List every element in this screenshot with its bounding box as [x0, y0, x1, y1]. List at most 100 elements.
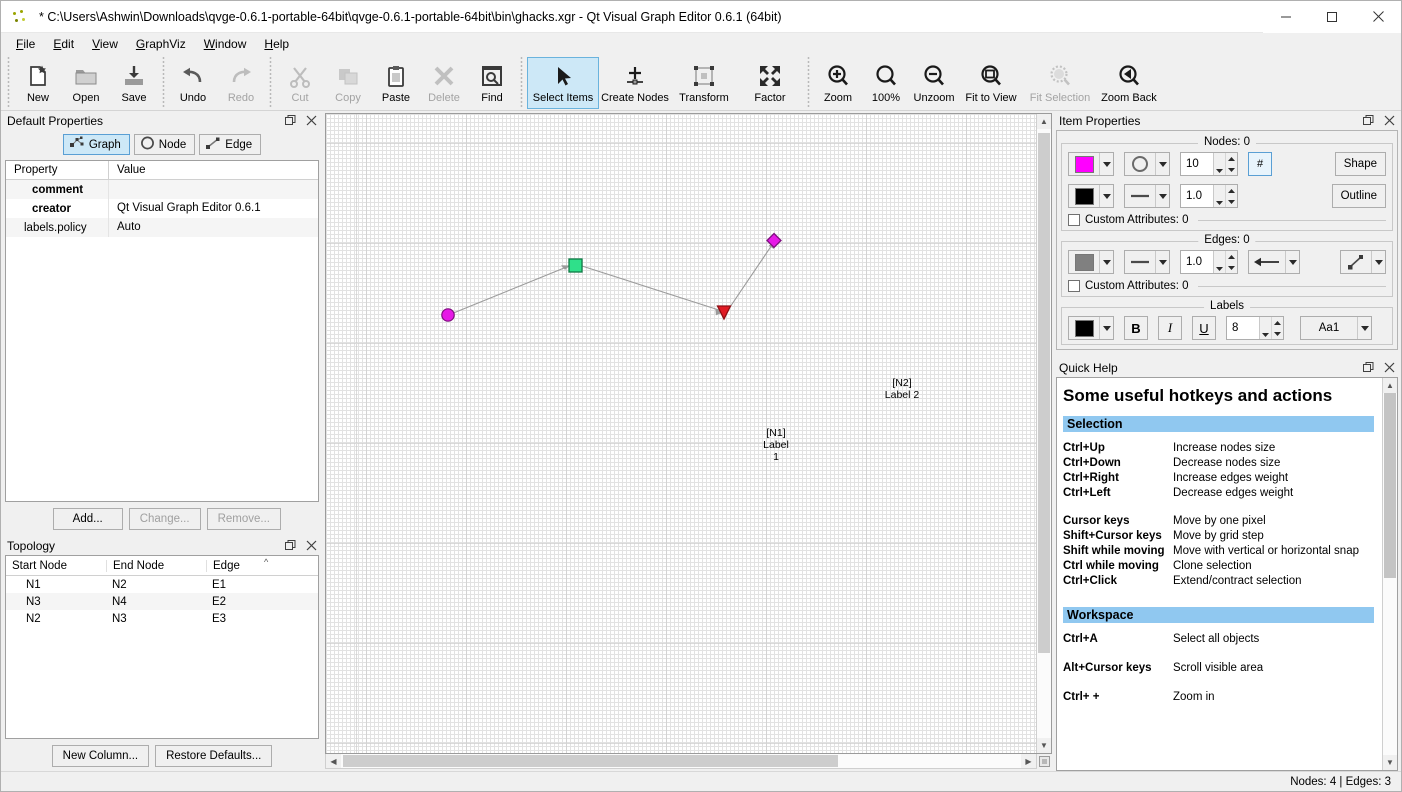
- canvas-horizontal-scrollbar[interactable]: ◀ ▶: [325, 754, 1037, 769]
- vertical-scroll-thumb[interactable]: [1038, 133, 1050, 653]
- edge-style-picker[interactable]: [1124, 250, 1170, 274]
- node-stroke-style-picker[interactable]: [1124, 184, 1170, 208]
- label-font-picker[interactable]: Aa1: [1300, 316, 1372, 340]
- column-header-start-node[interactable]: Start Node: [6, 560, 106, 572]
- edge-color-picker[interactable]: [1068, 250, 1114, 274]
- default-properties-table[interactable]: Property Value comment creator Qt Visual…: [5, 160, 319, 502]
- close-icon[interactable]: [306, 540, 317, 551]
- nodes-custom-attributes-checkbox[interactable]: [1068, 214, 1080, 226]
- scroll-left-arrow-icon[interactable]: ◀: [326, 754, 341, 768]
- change-button[interactable]: Change...: [128, 508, 201, 530]
- edge-arrow-picker[interactable]: [1248, 250, 1300, 274]
- column-header-end-node[interactable]: End Node: [106, 559, 206, 572]
- label-font-size-increment[interactable]: [1272, 317, 1283, 328]
- restore-defaults-button[interactable]: Restore Defaults...: [155, 745, 273, 767]
- column-header-edge[interactable]: Edge: [206, 559, 318, 572]
- toolbar-zoom-button[interactable]: Zoom: [814, 57, 862, 109]
- edges-custom-attributes-checkbox[interactable]: [1068, 280, 1080, 292]
- toolbar-select-items-button[interactable]: Select Items: [527, 57, 599, 109]
- menu-file[interactable]: File: [7, 35, 44, 53]
- label-font-size-decrement[interactable]: [1272, 328, 1283, 339]
- close-icon[interactable]: [306, 115, 317, 126]
- horizontal-scroll-thumb[interactable]: [343, 755, 838, 767]
- vertical-scroll-thumb[interactable]: [1384, 393, 1396, 578]
- horizontal-scroll-track[interactable]: [341, 754, 1021, 768]
- toolbar-fit-to-view-button[interactable]: Fit to View: [958, 57, 1024, 109]
- chevron-down-icon[interactable]: [1285, 251, 1299, 273]
- chevron-down-icon[interactable]: [1099, 317, 1113, 339]
- menu-window[interactable]: Window: [195, 35, 256, 53]
- canvas-corner-grip[interactable]: [1037, 754, 1052, 769]
- table-row[interactable]: N1 N2 E1: [6, 576, 318, 593]
- float-icon[interactable]: [1363, 115, 1374, 126]
- node-size-dropdown-icon[interactable]: [1214, 153, 1225, 175]
- float-icon[interactable]: [285, 115, 296, 126]
- toolbar-grip[interactable]: [5, 57, 12, 107]
- canvas-vertical-scrollbar[interactable]: ▲ ▼: [1036, 114, 1051, 753]
- tab-node[interactable]: Node: [133, 134, 196, 155]
- float-icon[interactable]: [1363, 362, 1374, 373]
- node-size-decrement[interactable]: [1226, 164, 1237, 175]
- toolbar-save-button[interactable]: Save: [110, 57, 158, 109]
- label-font-size-value[interactable]: 8: [1227, 317, 1259, 339]
- minimize-button[interactable]: [1263, 0, 1309, 33]
- vertical-scroll-track[interactable]: [1383, 393, 1397, 755]
- tab-edge[interactable]: Edge: [199, 134, 262, 155]
- node-stroke-dropdown-icon[interactable]: [1214, 185, 1225, 207]
- edge-width-value[interactable]: 1.0: [1181, 251, 1213, 273]
- toolbar-paste-button[interactable]: Paste: [372, 57, 420, 109]
- toolbar-grip[interactable]: [805, 57, 812, 107]
- table-row[interactable]: creator Qt Visual Graph Editor 0.6.1: [6, 199, 318, 218]
- menu-edit[interactable]: Edit: [44, 35, 83, 53]
- node-stroke-color-picker[interactable]: [1068, 184, 1114, 208]
- node-size-link-button[interactable]: #: [1248, 152, 1272, 176]
- toolbar-find-button[interactable]: Find: [468, 57, 516, 109]
- close-icon[interactable]: [1384, 362, 1395, 373]
- edge-curve-picker[interactable]: [1340, 250, 1386, 274]
- node-shape-picker[interactable]: [1124, 152, 1170, 176]
- chevron-down-icon[interactable]: [1099, 185, 1113, 207]
- table-row[interactable]: labels.policy Auto: [6, 218, 318, 237]
- toolbar-fit-selection-button[interactable]: Fit Selection: [1024, 57, 1096, 109]
- scroll-right-arrow-icon[interactable]: ▶: [1021, 754, 1036, 768]
- quick-help-scrollbar[interactable]: ▲ ▼: [1382, 378, 1397, 770]
- toolbar-grip[interactable]: [267, 57, 274, 107]
- toolbar-factor-button[interactable]: Factor: [737, 57, 803, 109]
- tab-graph[interactable]: Graph: [62, 134, 130, 155]
- node-stroke-increment[interactable]: [1226, 185, 1237, 196]
- toolbar-redo-button[interactable]: Redo: [217, 57, 265, 109]
- toolbar-zoom-back-button[interactable]: Zoom Back: [1096, 57, 1162, 109]
- edge-width-decrement[interactable]: [1226, 262, 1237, 273]
- new-column-button[interactable]: New Column...: [51, 745, 150, 767]
- toolbar-create-nodes-button[interactable]: Create Nodes: [599, 57, 671, 109]
- close-button[interactable]: [1355, 0, 1401, 33]
- menu-help[interactable]: Help: [255, 35, 298, 53]
- table-row[interactable]: N2 N3 E3: [6, 610, 318, 627]
- scroll-up-arrow-icon[interactable]: ▲: [1383, 378, 1397, 393]
- label-bold-button[interactable]: B: [1124, 316, 1148, 340]
- toolbar-delete-button[interactable]: Delete: [420, 57, 468, 109]
- label-color-picker[interactable]: [1068, 316, 1114, 340]
- nodes-custom-attributes-row[interactable]: Custom Attributes: 0: [1068, 214, 1386, 226]
- topology-table[interactable]: Start Node End Node Edge ^ N1 N2 E1 N3 N…: [5, 555, 319, 739]
- node-size-increment[interactable]: [1226, 153, 1237, 164]
- edge-width-dropdown-icon[interactable]: [1214, 251, 1225, 273]
- scroll-down-arrow-icon[interactable]: ▼: [1037, 738, 1051, 753]
- chevron-down-icon[interactable]: [1155, 153, 1169, 175]
- toolbar-grip[interactable]: [160, 57, 167, 107]
- node-stroke-width-value[interactable]: 1.0: [1181, 185, 1213, 207]
- maximize-button[interactable]: [1309, 0, 1355, 33]
- graph-canvas[interactable]: [N1] Label 1 [N2] Label 2 [N3] [N4]: [326, 114, 1036, 753]
- toolbar-undo-button[interactable]: Undo: [169, 57, 217, 109]
- add-button[interactable]: Add...: [52, 508, 123, 530]
- toolbar-new-button[interactable]: New: [14, 57, 62, 109]
- node-outline-button[interactable]: Outline: [1331, 184, 1386, 208]
- label-underline-button[interactable]: U: [1192, 316, 1216, 340]
- chevron-down-icon[interactable]: [1099, 153, 1113, 175]
- node-fill-color-picker[interactable]: [1068, 152, 1114, 176]
- vertical-scroll-track[interactable]: [1037, 129, 1051, 738]
- toolbar-zoom-100-button[interactable]: 100%: [862, 57, 910, 109]
- remove-button[interactable]: Remove...: [206, 508, 281, 530]
- node-size-spinbox[interactable]: 10: [1180, 152, 1238, 176]
- chevron-down-icon[interactable]: [1155, 185, 1169, 207]
